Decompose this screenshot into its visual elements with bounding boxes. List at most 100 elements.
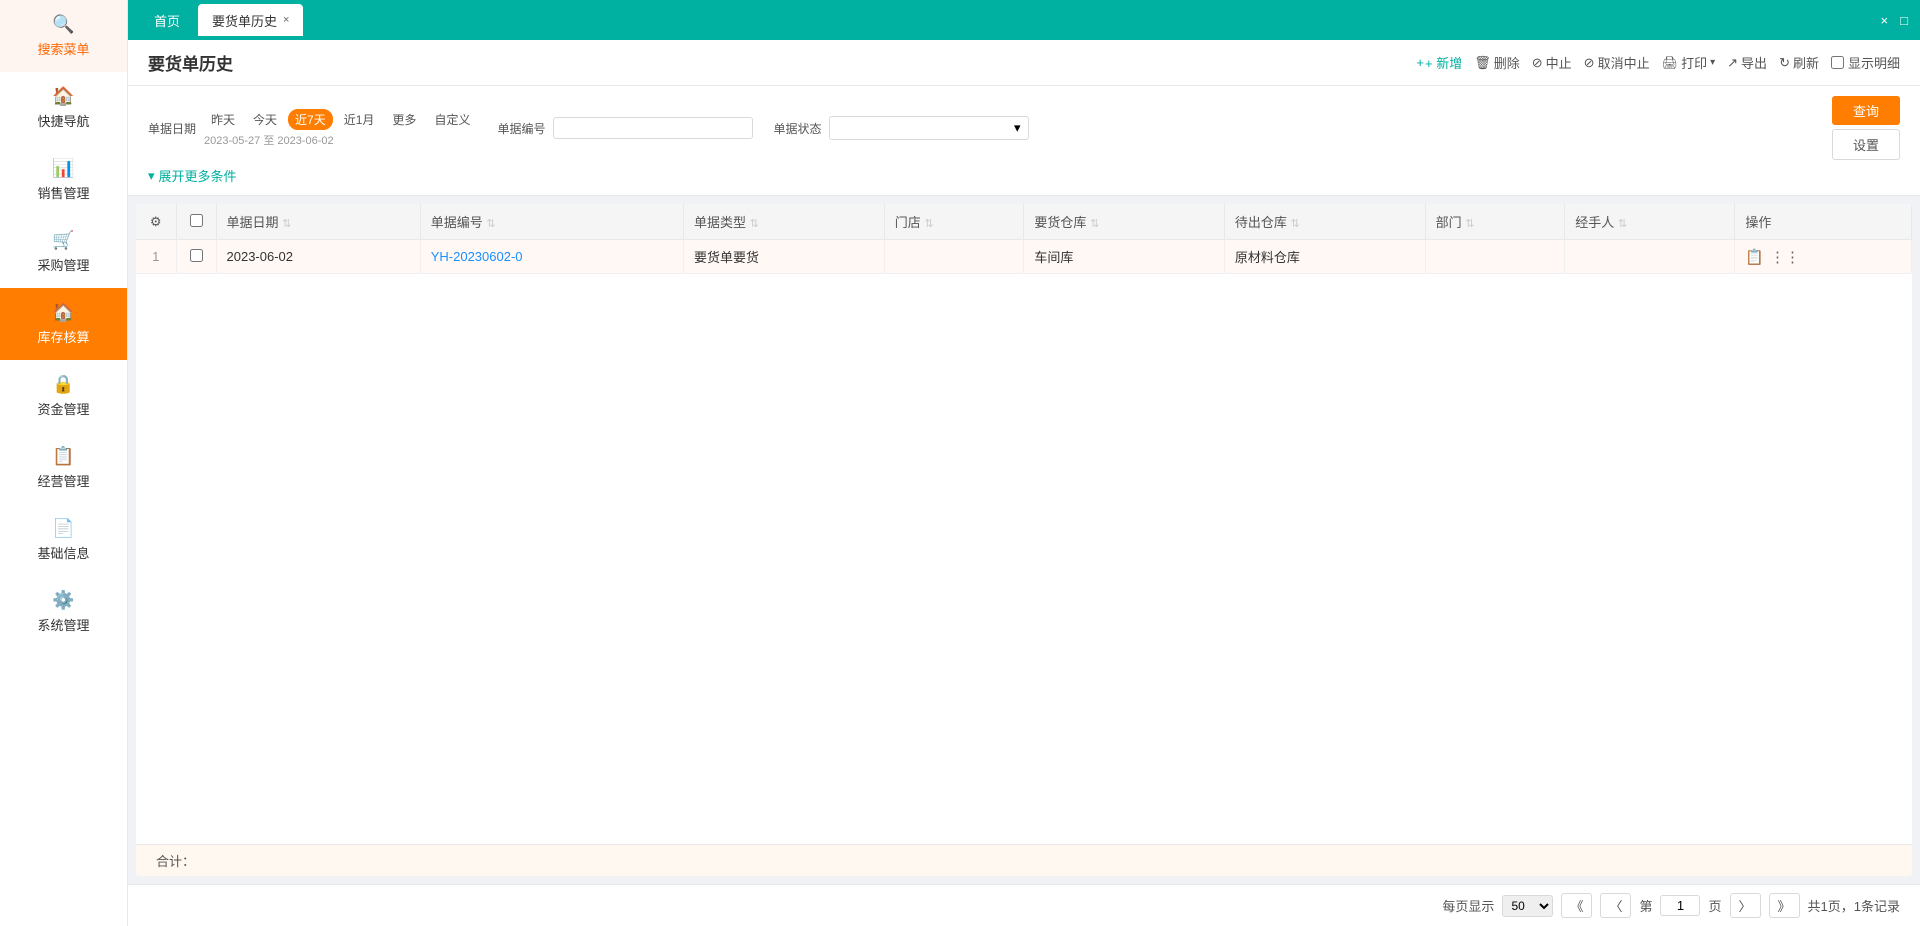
col-checkbox bbox=[176, 204, 216, 240]
search-icon: 🔍 bbox=[52, 14, 74, 35]
settings-button[interactable]: 设置 bbox=[1832, 129, 1900, 160]
dept-sort-icon[interactable]: ⇅ bbox=[1465, 218, 1474, 230]
action-buttons: 查询 设置 bbox=[1832, 96, 1900, 160]
next-page-btn[interactable]: 〉 bbox=[1730, 893, 1761, 918]
sidebar-item-inventory[interactable]: 🏠 库存核算 bbox=[0, 288, 127, 360]
tab-requisition-history[interactable]: 要货单历史 × bbox=[198, 4, 303, 36]
cart-icon: 🛒 bbox=[52, 230, 74, 251]
print-button[interactable]: 🖨 打印 ▾ bbox=[1662, 53, 1716, 72]
operation-icon: 📋 bbox=[52, 446, 74, 467]
summary-label: 合计： bbox=[156, 851, 195, 870]
col-pending-wh: 待出仓库 ⇅ bbox=[1224, 204, 1425, 240]
sidebar-item-basic[interactable]: 📄 基础信息 bbox=[0, 504, 127, 576]
col-date: 单据日期 ⇅ bbox=[216, 204, 420, 240]
cell-store bbox=[884, 240, 1024, 274]
export-button[interactable]: ↗ 导出 bbox=[1727, 53, 1767, 72]
table-header-row: ⚙ 单据日期 ⇅ 单据编号 ⇅ 单据类型 bbox=[136, 204, 1912, 240]
status-select-arrow: ▾ bbox=[1014, 120, 1021, 136]
col-settings[interactable]: ⚙ bbox=[136, 204, 176, 240]
table-footer: 合计： bbox=[136, 844, 1912, 876]
cell-date: 2023-06-02 bbox=[216, 240, 420, 274]
sidebar-item-shortcut[interactable]: 🏠 快捷导航 bbox=[0, 72, 127, 144]
topbar: 首页 要货单历史 × × □ bbox=[128, 0, 1920, 40]
close-tab-icon[interactable]: × bbox=[283, 14, 289, 26]
filter-bar: 单据日期 昨天 今天 近7天 近1月 更多 自定义 2023-05-27 至 2… bbox=[128, 86, 1920, 196]
per-page-label: 每页显示 bbox=[1442, 896, 1494, 915]
date-btn-more[interactable]: 更多 bbox=[385, 109, 423, 130]
new-button[interactable]: + + 新增 bbox=[1416, 53, 1462, 72]
sidebar: 🔍 搜索菜单 🏠 快捷导航 📊 销售管理 🛒 采购管理 🏠 库存核算 🔒 资金管… bbox=[0, 0, 128, 926]
delete-button[interactable]: 🗑 删除 bbox=[1474, 53, 1520, 72]
date-btn-7days[interactable]: 近7天 bbox=[288, 109, 333, 130]
content-area: 要货单历史 + + 新增 🗑 删除 ⊘ 中止 ⊘ 取消中止 bbox=[128, 40, 1920, 926]
plus-icon: + bbox=[1416, 55, 1424, 70]
status-select[interactable]: ▾ bbox=[829, 116, 1029, 140]
total-records-label: 共1页，1条记录 bbox=[1808, 896, 1900, 915]
select-all-checkbox[interactable] bbox=[190, 214, 203, 227]
sidebar-item-operation[interactable]: 📋 经营管理 bbox=[0, 432, 127, 504]
col-no: 单据编号 ⇅ bbox=[420, 204, 683, 240]
finance-icon: 🔒 bbox=[52, 374, 74, 395]
page-header: 要货单历史 + + 新增 🗑 删除 ⊘ 中止 ⊘ 取消中止 bbox=[128, 40, 1920, 86]
home-icon: 🏠 bbox=[52, 86, 74, 107]
refresh-button[interactable]: ↻ 刷新 bbox=[1779, 53, 1819, 72]
query-button[interactable]: 查询 bbox=[1832, 96, 1900, 125]
date-sort-icon[interactable]: ⇅ bbox=[282, 218, 291, 230]
date-btn-1month[interactable]: 近1月 bbox=[337, 109, 382, 130]
row-more-icon[interactable]: ⋮⋮ bbox=[1770, 248, 1800, 266]
date-btn-today[interactable]: 今天 bbox=[246, 109, 284, 130]
date-btn-custom[interactable]: 自定义 bbox=[427, 109, 477, 130]
per-page-select[interactable]: 50 100 200 bbox=[1502, 895, 1553, 917]
page-input[interactable] bbox=[1660, 895, 1700, 916]
sidebar-item-purchase[interactable]: 🛒 采购管理 bbox=[0, 216, 127, 288]
chart-icon: 📊 bbox=[52, 158, 74, 179]
page-unit: 页 bbox=[1708, 896, 1721, 915]
date-filter-group: 单据日期 昨天 今天 近7天 近1月 更多 自定义 2023-05-27 至 2… bbox=[148, 109, 477, 148]
sidebar-item-search[interactable]: 🔍 搜索菜单 bbox=[0, 0, 127, 72]
page-title: 要货单历史 bbox=[148, 50, 233, 75]
expand-icon: ▾ bbox=[148, 168, 155, 184]
col-op: 操作 bbox=[1735, 204, 1912, 240]
date-range-display: 2023-05-27 至 2023-06-02 bbox=[204, 132, 477, 148]
delete-icon: 🗑 bbox=[1474, 55, 1491, 71]
first-page-btn[interactable]: 《 bbox=[1561, 893, 1592, 918]
row-edit-icon[interactable]: 📋 bbox=[1745, 248, 1764, 266]
print-dropdown-icon: ▾ bbox=[1710, 57, 1715, 68]
store-sort-icon[interactable]: ⇅ bbox=[924, 218, 933, 230]
req-wh-sort-icon[interactable]: ⇅ bbox=[1090, 218, 1099, 230]
cell-no[interactable]: YH-20230602-0 bbox=[420, 240, 683, 274]
col-type: 单据类型 ⇅ bbox=[683, 204, 884, 240]
col-req-wh: 要货仓库 ⇅ bbox=[1024, 204, 1224, 240]
order-no-label: 单据编号 bbox=[497, 120, 545, 137]
status-filter-label: 单据状态 bbox=[773, 120, 821, 137]
sidebar-item-sales[interactable]: 📊 销售管理 bbox=[0, 144, 127, 216]
order-no-filter-group: 单据编号 bbox=[497, 117, 753, 139]
window-restore-btn[interactable]: □ bbox=[1900, 13, 1908, 28]
tab-home[interactable]: 首页 bbox=[140, 4, 194, 36]
date-filter-buttons: 昨天 今天 近7天 近1月 更多 自定义 bbox=[204, 109, 477, 130]
expand-filters-button[interactable]: ▾ 展开更多条件 bbox=[148, 166, 1900, 185]
main-area: 首页 要货单历史 × × □ 要货单历史 + + 新增 🗑 删除 bbox=[128, 0, 1920, 926]
prev-page-btn[interactable]: 〈 bbox=[1600, 893, 1631, 918]
cancel-stop-button[interactable]: ⊘ 取消中止 bbox=[1584, 53, 1650, 72]
sidebar-item-system[interactable]: ⚙️ 系统管理 bbox=[0, 576, 127, 648]
cancel-stop-icon: ⊘ bbox=[1584, 55, 1595, 71]
stop-button[interactable]: ⊘ 中止 bbox=[1532, 53, 1572, 72]
sidebar-item-finance[interactable]: 🔒 资金管理 bbox=[0, 360, 127, 432]
handler-sort-icon[interactable]: ⇅ bbox=[1618, 218, 1627, 230]
order-no-input[interactable] bbox=[553, 117, 753, 139]
no-sort-icon[interactable]: ⇅ bbox=[486, 218, 495, 230]
pending-wh-sort-icon[interactable]: ⇅ bbox=[1290, 218, 1299, 230]
refresh-icon: ↻ bbox=[1779, 55, 1790, 71]
date-btn-yesterday[interactable]: 昨天 bbox=[204, 109, 242, 130]
inventory-icon: 🏠 bbox=[52, 302, 74, 323]
show-detail-toggle[interactable]: 显示明细 bbox=[1831, 53, 1900, 72]
last-page-btn[interactable]: 》 bbox=[1769, 893, 1800, 918]
window-close-btn[interactable]: × bbox=[1881, 13, 1889, 28]
cell-check[interactable] bbox=[176, 240, 216, 274]
type-sort-icon[interactable]: ⇅ bbox=[750, 218, 759, 230]
show-detail-checkbox[interactable] bbox=[1831, 56, 1844, 69]
cell-op: 📋 ⋮⋮ bbox=[1735, 240, 1912, 274]
page-label: 第 bbox=[1639, 896, 1652, 915]
cell-type: 要货单要货 bbox=[683, 240, 884, 274]
